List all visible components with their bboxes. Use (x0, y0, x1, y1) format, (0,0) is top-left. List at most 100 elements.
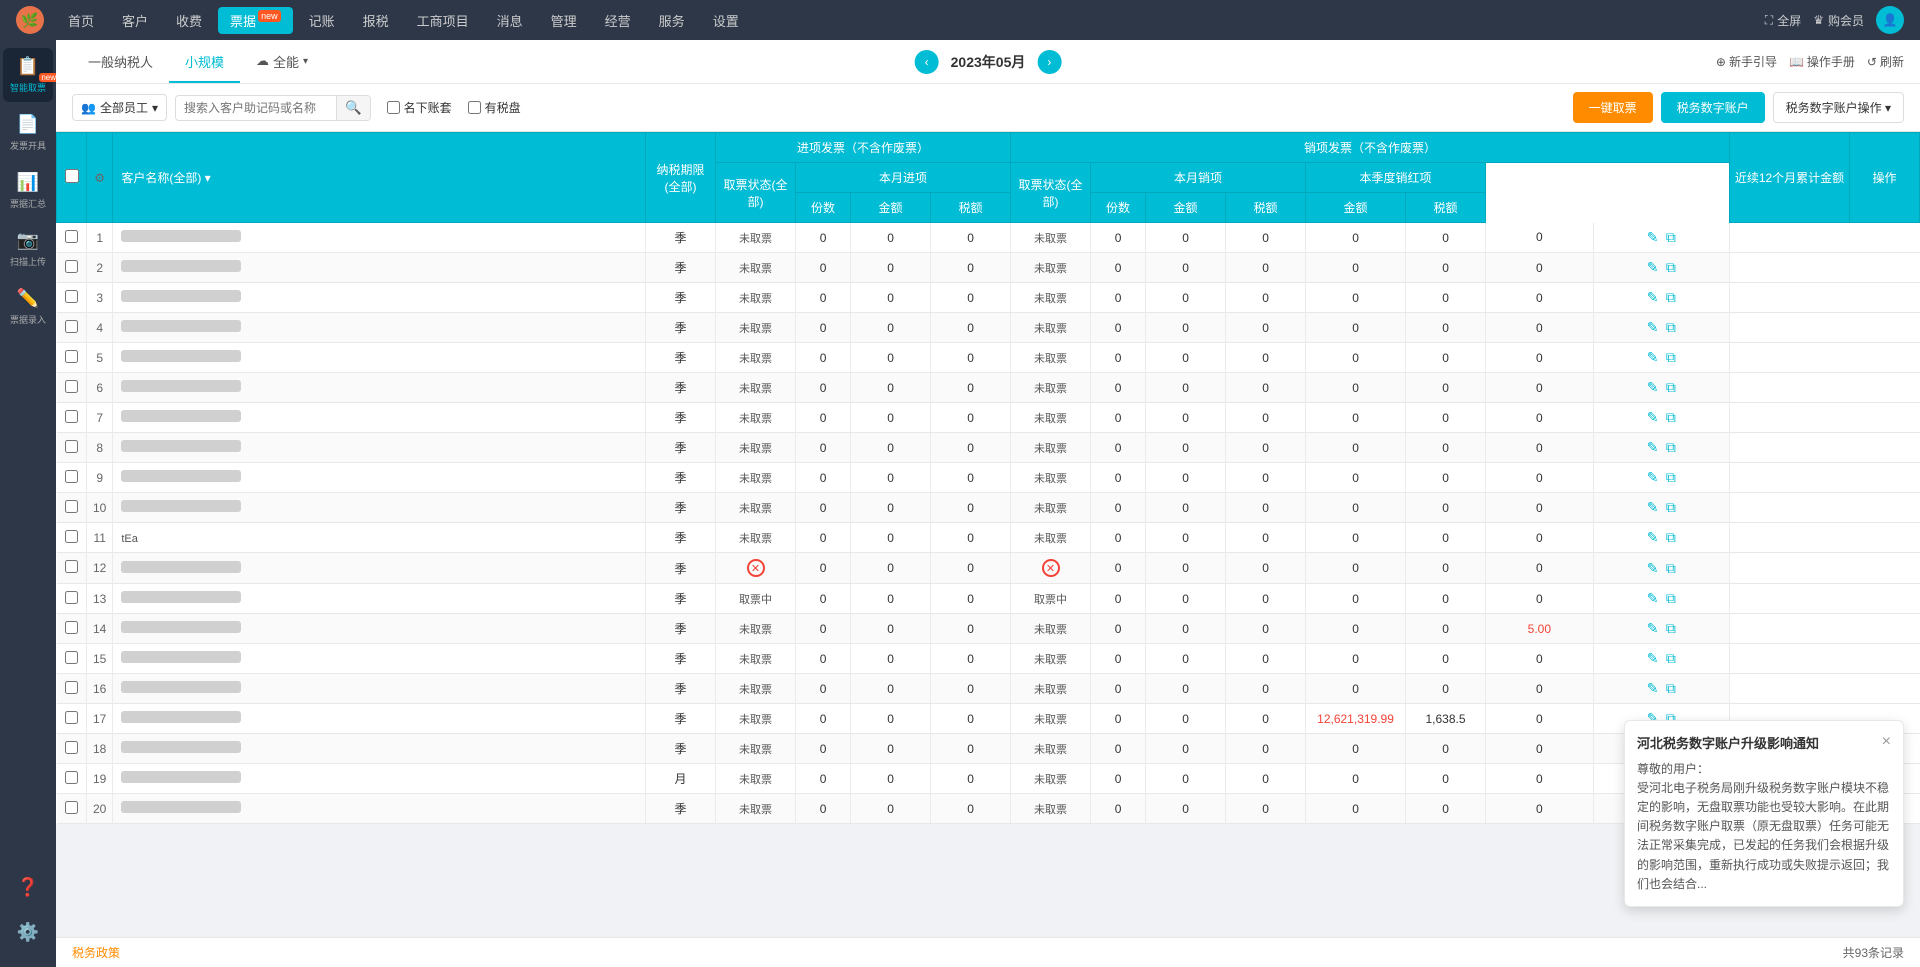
copy-btn[interactable]: ⧉ (1666, 680, 1676, 696)
new-guide-btn[interactable]: ⊕ 新手引导 (1716, 53, 1777, 70)
row-checkbox[interactable] (65, 621, 78, 634)
copy-btn[interactable]: ⧉ (1666, 560, 1676, 576)
row-checkbox[interactable] (65, 440, 78, 453)
td-checkbox[interactable] (57, 644, 87, 674)
fullscreen-btn[interactable]: ⛶ 全屏 (1765, 12, 1801, 29)
td-checkbox[interactable] (57, 223, 87, 253)
nav-billing[interactable]: 收费 (164, 7, 214, 34)
copy-btn[interactable]: ⧉ (1666, 379, 1676, 395)
checkbox-tax-disk[interactable]: 有税盘 (468, 99, 521, 116)
checkbox-account-set[interactable]: 名下账套 (387, 99, 452, 116)
td-checkbox[interactable] (57, 253, 87, 283)
td-checkbox[interactable] (57, 674, 87, 704)
copy-btn[interactable]: ⧉ (1666, 469, 1676, 485)
edit-btn[interactable]: ✎ (1647, 259, 1659, 275)
copy-btn[interactable]: ⧉ (1666, 229, 1676, 245)
sidebar-item-help[interactable]: ❓ (3, 869, 53, 906)
row-checkbox[interactable] (65, 681, 78, 694)
copy-btn[interactable]: ⧉ (1666, 620, 1676, 636)
prev-month-btn[interactable]: ‹ (915, 50, 939, 74)
edit-btn[interactable]: ✎ (1647, 529, 1659, 545)
next-month-btn[interactable]: › (1037, 50, 1061, 74)
tax-policy-link[interactable]: 税务政策 (72, 944, 120, 961)
row-checkbox[interactable] (65, 560, 78, 573)
tab-all[interactable]: ☁全能▾ (240, 42, 324, 83)
td-checkbox[interactable] (57, 584, 87, 614)
edit-btn[interactable]: ✎ (1647, 289, 1659, 305)
edit-btn[interactable]: ✎ (1647, 229, 1659, 245)
edit-btn[interactable]: ✎ (1647, 560, 1659, 576)
copy-btn[interactable]: ⧉ (1666, 590, 1676, 606)
row-checkbox[interactable] (65, 771, 78, 784)
edit-btn[interactable]: ✎ (1647, 349, 1659, 365)
row-checkbox[interactable] (65, 470, 78, 483)
copy-btn[interactable]: ⧉ (1666, 289, 1676, 305)
td-checkbox[interactable] (57, 794, 87, 824)
member-btn[interactable]: ♛ 购会员 (1813, 12, 1864, 29)
nav-business[interactable]: 工商项目 (405, 7, 481, 34)
td-checkbox[interactable] (57, 343, 87, 373)
row-checkbox[interactable] (65, 410, 78, 423)
refresh-btn[interactable]: ↺ 刷新 (1867, 53, 1904, 70)
td-checkbox[interactable] (57, 283, 87, 313)
td-checkbox[interactable] (57, 523, 87, 553)
td-checkbox[interactable] (57, 313, 87, 343)
copy-btn[interactable]: ⧉ (1666, 259, 1676, 275)
nav-invoice[interactable]: 票据new (218, 7, 293, 34)
edit-btn[interactable]: ✎ (1647, 319, 1659, 335)
row-checkbox[interactable] (65, 530, 78, 543)
popup-close-btn[interactable]: × (1882, 733, 1891, 751)
search-input[interactable] (176, 97, 336, 119)
copy-btn[interactable]: ⧉ (1666, 409, 1676, 425)
row-checkbox[interactable] (65, 801, 78, 814)
tab-small-scale[interactable]: 小规模 (169, 42, 240, 83)
copy-btn[interactable]: ⧉ (1666, 439, 1676, 455)
manual-btn[interactable]: 📖 操作手册 (1789, 53, 1855, 70)
row-checkbox[interactable] (65, 741, 78, 754)
nav-home[interactable]: 首页 (56, 7, 106, 34)
nav-customer[interactable]: 客户 (110, 7, 160, 34)
sidebar-item-summary[interactable]: 📊 票据汇总 (3, 164, 53, 218)
sidebar-item-open-invoice[interactable]: 📄 发票开具 (3, 106, 53, 160)
search-button[interactable]: 🔍 (336, 96, 370, 120)
copy-btn[interactable]: ⧉ (1666, 499, 1676, 515)
tax-digital-button[interactable]: 税务数字账户 (1661, 92, 1765, 123)
select-all-checkbox[interactable] (65, 169, 79, 183)
row-checkbox[interactable] (65, 380, 78, 393)
nav-message[interactable]: 消息 (485, 7, 535, 34)
checkbox-tax-disk-input[interactable] (468, 101, 481, 114)
nav-operation[interactable]: 经营 (593, 7, 643, 34)
edit-btn[interactable]: ✎ (1647, 439, 1659, 455)
nav-service[interactable]: 服务 (647, 7, 697, 34)
quick-fetch-button[interactable]: 一键取票 (1573, 92, 1653, 123)
copy-btn[interactable]: ⧉ (1666, 529, 1676, 545)
edit-btn[interactable]: ✎ (1647, 499, 1659, 515)
td-checkbox[interactable] (57, 373, 87, 403)
row-checkbox[interactable] (65, 651, 78, 664)
row-checkbox[interactable] (65, 591, 78, 604)
column-settings-icon[interactable]: ⚙ (94, 171, 105, 185)
copy-btn[interactable]: ⧉ (1666, 349, 1676, 365)
nav-accounting[interactable]: 记账 (297, 7, 347, 34)
td-checkbox[interactable] (57, 734, 87, 764)
td-checkbox[interactable] (57, 463, 87, 493)
copy-btn[interactable]: ⧉ (1666, 319, 1676, 335)
row-checkbox[interactable] (65, 230, 78, 243)
sidebar-item-smart-fetch[interactable]: 📋 智能取票new (3, 48, 53, 102)
td-checkbox[interactable] (57, 614, 87, 644)
row-checkbox[interactable] (65, 500, 78, 513)
copy-btn[interactable]: ⧉ (1666, 650, 1676, 666)
td-checkbox[interactable] (57, 403, 87, 433)
td-checkbox[interactable] (57, 704, 87, 734)
td-checkbox[interactable] (57, 433, 87, 463)
row-checkbox[interactable] (65, 350, 78, 363)
row-checkbox[interactable] (65, 320, 78, 333)
checkbox-account-set-input[interactable] (387, 101, 400, 114)
row-checkbox[interactable] (65, 260, 78, 273)
edit-btn[interactable]: ✎ (1647, 620, 1659, 636)
nav-settings[interactable]: 设置 (701, 7, 751, 34)
td-checkbox[interactable] (57, 764, 87, 794)
edit-btn[interactable]: ✎ (1647, 590, 1659, 606)
tab-general[interactable]: 一般纳税人 (72, 42, 169, 83)
sidebar-item-scan[interactable]: 📷 扫描上传 (3, 222, 53, 276)
